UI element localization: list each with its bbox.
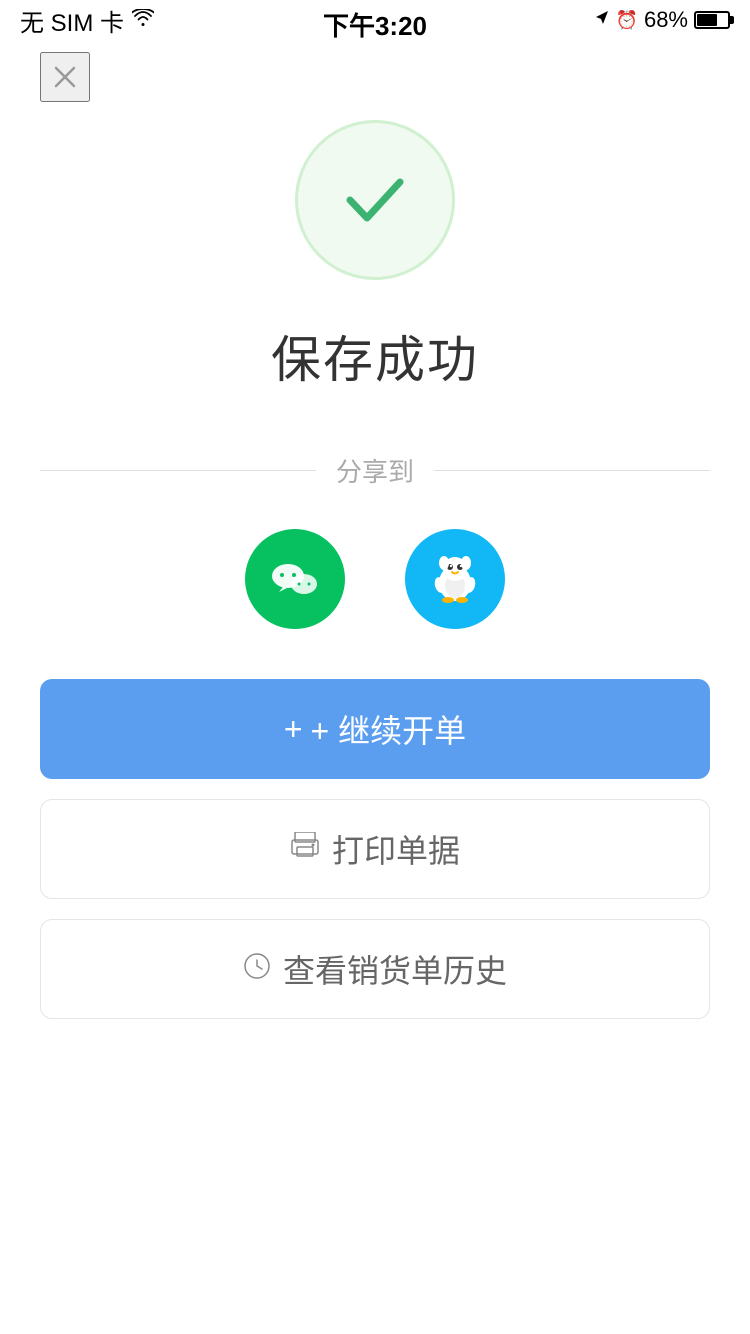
wifi-icon bbox=[132, 6, 154, 34]
success-title: 保存成功 bbox=[271, 320, 479, 392]
battery-icon bbox=[694, 11, 730, 29]
success-circle bbox=[295, 120, 455, 280]
battery-percent: 68% bbox=[644, 7, 688, 33]
continue-label: + 继续开单 bbox=[311, 706, 467, 752]
share-label: 分享到 bbox=[316, 452, 434, 489]
action-buttons: + + 继续开单 打印单据 查看销货单历 bbox=[0, 679, 750, 1019]
history-label: 查看销货单历史 bbox=[283, 946, 507, 992]
continue-plus-icon: + bbox=[284, 711, 303, 748]
share-section: 分享到 bbox=[0, 452, 750, 629]
main-content: 保存成功 分享到 bbox=[0, 40, 750, 1019]
qq-share-button[interactable] bbox=[405, 529, 505, 629]
status-bar: 无 SIM 卡 下午3:20 ⏰ 68% bbox=[0, 0, 750, 40]
print-button[interactable]: 打印单据 bbox=[40, 799, 710, 899]
status-carrier: 无 SIM 卡 bbox=[20, 3, 154, 38]
status-time: 下午3:20 bbox=[323, 6, 427, 43]
carrier-text: 无 SIM 卡 bbox=[20, 3, 124, 38]
wechat-share-button[interactable] bbox=[245, 529, 345, 629]
alarm-icon: ⏰ bbox=[616, 10, 638, 31]
check-icon bbox=[335, 160, 415, 240]
print-icon bbox=[290, 831, 320, 868]
close-button[interactable] bbox=[40, 52, 90, 102]
history-button[interactable]: 查看销货单历史 bbox=[40, 919, 710, 1019]
continue-button[interactable]: + + 继续开单 bbox=[40, 679, 710, 779]
share-icons bbox=[40, 529, 710, 629]
status-right: ⏰ 68% bbox=[594, 7, 730, 33]
print-label: 打印单据 bbox=[332, 826, 460, 872]
share-divider: 分享到 bbox=[40, 452, 710, 489]
location-icon bbox=[594, 7, 610, 33]
history-icon bbox=[243, 951, 271, 988]
